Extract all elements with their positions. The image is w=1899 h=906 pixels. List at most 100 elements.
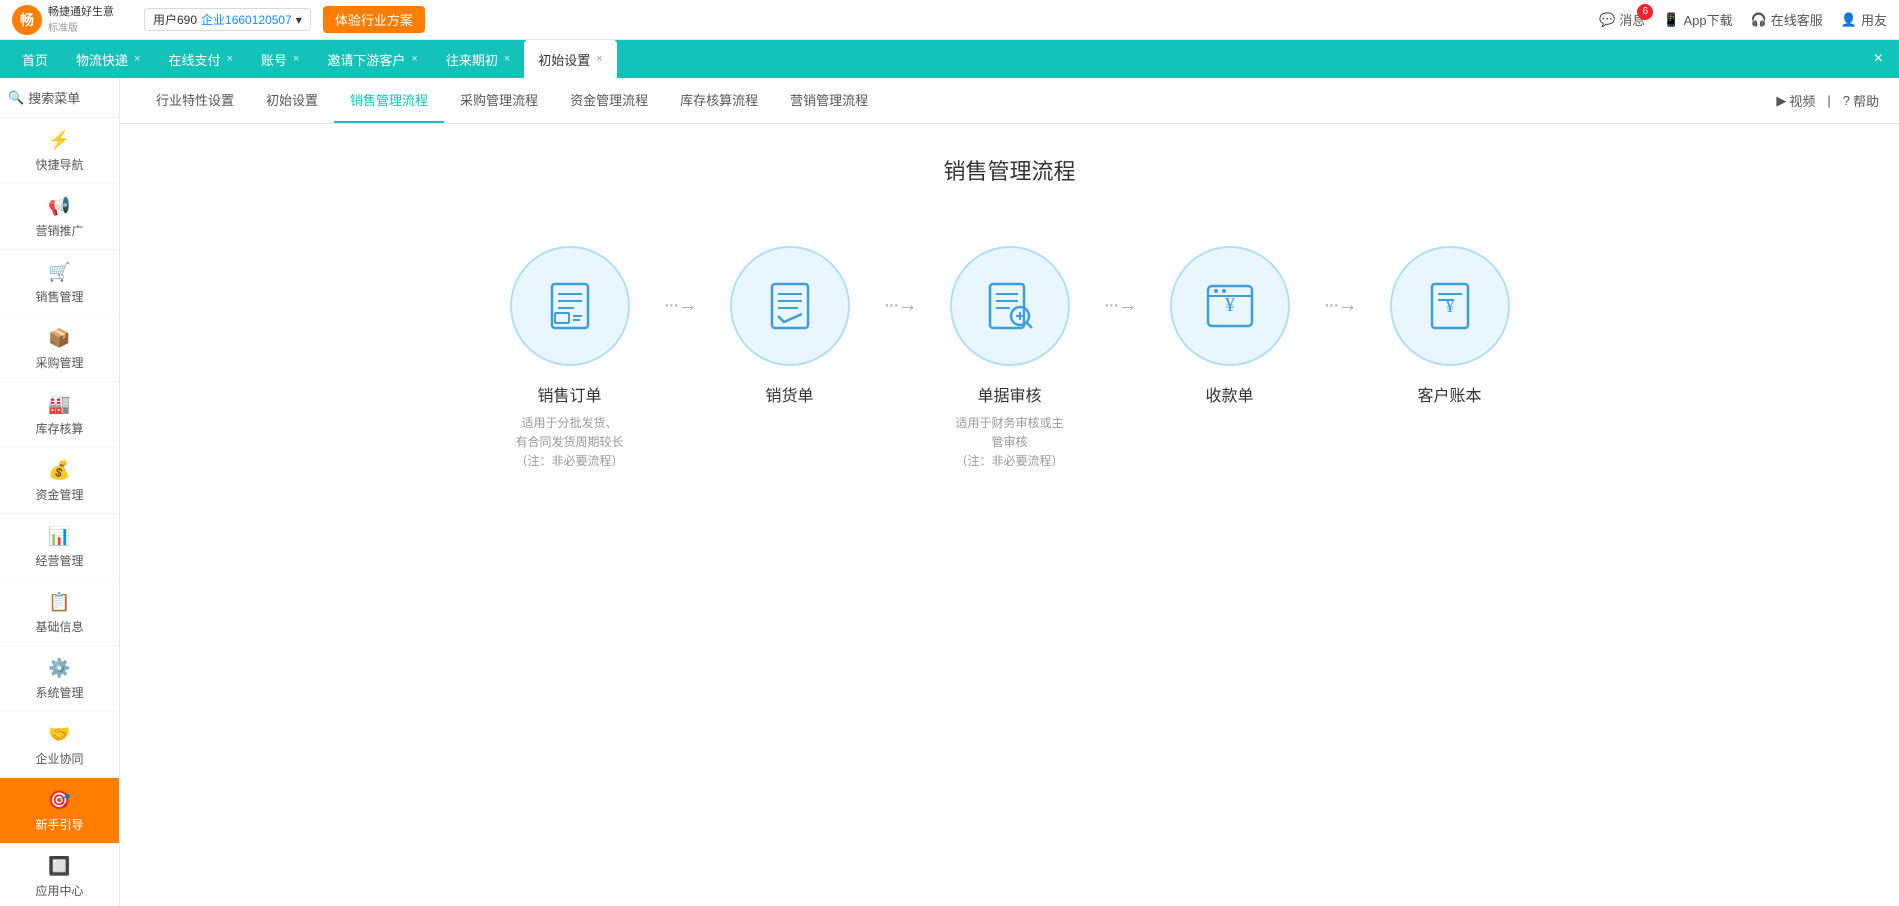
sidebar-label: 采购管理 [35, 354, 83, 371]
headset-icon: 🎧 [1751, 12, 1767, 28]
review-icon [982, 278, 1038, 334]
tab-account[interactable]: 账号 × [247, 40, 313, 78]
sidebar-item-finance[interactable]: 💰 资金管理 [0, 448, 119, 514]
sidebar-item-quick-nav[interactable]: ⚡ 快捷导航 [0, 118, 119, 184]
apps-icon: 🔲 [48, 856, 70, 877]
message-badge: 6 [1637, 4, 1653, 20]
tab-invite[interactable]: 邀请下游客户 × [313, 40, 431, 78]
help-link[interactable]: ? 帮助 [1843, 91, 1879, 110]
message-button[interactable]: 💬 消息 6 [1599, 10, 1645, 29]
user-label-suffix: 企业1660120507 [201, 11, 292, 28]
operation-icon: 📊 [48, 526, 70, 547]
lightning-icon: ⚡ [48, 130, 70, 151]
online-service-button[interactable]: 🎧 在线客服 [1751, 10, 1823, 29]
sidebar-item-guide[interactable]: 🎯 新手引导 [0, 778, 119, 844]
tab-logistics[interactable]: 物流快递 × [62, 40, 154, 78]
sub-tab-marketing-flow[interactable]: 营销管理流程 [774, 78, 884, 123]
finance-icon: 💰 [48, 460, 70, 481]
trial-button[interactable]: 体验行业方案 [323, 6, 425, 33]
arrow-4: ···→ [1310, 246, 1370, 317]
sidebar-label: 库存核算 [35, 420, 83, 437]
sidebar-label: 基础信息 [35, 618, 83, 635]
sub-tab-inventory-flow[interactable]: 库存核算流程 [664, 78, 774, 123]
logo-text: 畅捷通好生意 [48, 5, 114, 19]
user-selector[interactable]: 用户690企业1660120507 ▾ [144, 8, 311, 31]
app-download-icon: 📱 [1663, 12, 1679, 28]
sub-tab-purchase-flow[interactable]: 采购管理流程 [444, 78, 554, 123]
process-flow: 销售订单 适用于分批发货、有合同发货周期较长（注：非必要流程） ···→ [490, 246, 1530, 472]
tab-init-close[interactable]: × [596, 53, 602, 65]
marketing-icon: 📢 [48, 196, 70, 217]
tab-period-close[interactable]: × [504, 53, 510, 65]
content-area: 行业特性设置 初始设置 销售管理流程 采购管理流程 资金管理流程 库存核算流程 … [120, 78, 1899, 906]
sub-tab-sales-flow[interactable]: 销售管理流程 [334, 78, 444, 123]
tab-invite-close[interactable]: × [411, 53, 417, 65]
sub-tab-industry[interactable]: 行业特性设置 [140, 78, 250, 123]
step-desc-sales-order: 适用于分批发货、有合同发货周期较长（注：非必要流程） [515, 414, 623, 472]
sidebar-label: 经营管理 [35, 552, 83, 569]
step-circle-review [950, 246, 1070, 366]
sidebar-item-coop[interactable]: 🤝 企业协同 [0, 712, 119, 778]
sidebar-item-marketing[interactable]: 📢 营销推广 [0, 184, 119, 250]
sidebar-item-purchase[interactable]: 📦 采购管理 [0, 316, 119, 382]
video-icon: ▶ [1776, 93, 1786, 109]
sidebar-item-inventory[interactable]: 🏭 库存核算 [0, 382, 119, 448]
sub-tab-init[interactable]: 初始设置 [250, 78, 334, 123]
system-icon: ⚙️ [48, 658, 70, 679]
inventory-icon: 🏭 [48, 394, 70, 415]
account-icon: ¥ [1422, 278, 1478, 334]
user-menu-button[interactable]: 👤 用友 [1841, 10, 1887, 29]
process-step-delivery[interactable]: 销货单 [710, 246, 870, 414]
sidebar-item-base[interactable]: 📋 基础信息 [0, 580, 119, 646]
app-download-button[interactable]: 📱 App下载 [1663, 10, 1732, 29]
sidebar-search[interactable]: 🔍 搜索菜单 [0, 78, 119, 118]
process-step-review[interactable]: 单据审核 适用于财务审核或主管审核（注：非必要流程） [930, 246, 1090, 472]
tab-account-close[interactable]: × [293, 53, 299, 65]
sidebar-item-sales[interactable]: 🛒 销售管理 [0, 250, 119, 316]
sidebar-label: 销售管理 [35, 288, 83, 305]
purchase-icon: 📦 [48, 328, 70, 349]
top-right-actions: 💬 消息 6 📱 App下载 🎧 在线客服 👤 用友 [1599, 10, 1887, 29]
invoice-icon [762, 278, 818, 334]
sidebar-item-apps[interactable]: 🔲 应用中心 [0, 844, 119, 906]
base-icon: 📋 [48, 592, 70, 613]
step-circle-sales-order [510, 246, 630, 366]
process-step-account[interactable]: ¥ 客户账本 [1370, 246, 1530, 414]
video-link[interactable]: ▶ 视频 [1776, 91, 1815, 110]
tab-logistics-close[interactable]: × [134, 53, 140, 65]
process-step-receipt[interactable]: ¥ 收款单 [1150, 246, 1310, 414]
help-icon: ? [1843, 93, 1850, 108]
sub-tab-finance-flow[interactable]: 资金管理流程 [554, 78, 664, 123]
sidebar-label: 系统管理 [35, 684, 83, 701]
tab-home[interactable]: 首页 [8, 40, 62, 78]
sidebar-item-operation[interactable]: 📊 经营管理 [0, 514, 119, 580]
step-circle-receipt: ¥ [1170, 246, 1290, 366]
arrow-1: ···→ [650, 246, 710, 317]
tab-init[interactable]: 初始设置 × [524, 40, 616, 78]
sidebar-label: 营销推广 [35, 222, 83, 239]
sidebar-label: 资金管理 [35, 486, 83, 503]
sidebar-item-system[interactable]: ⚙️ 系统管理 [0, 646, 119, 712]
tab-payment[interactable]: 在线支付 × [154, 40, 246, 78]
order-icon [542, 278, 598, 334]
step-name-account: 客户账本 [1417, 382, 1481, 406]
sub-tabs: 行业特性设置 初始设置 销售管理流程 采购管理流程 资金管理流程 库存核算流程 … [120, 78, 1899, 124]
sidebar-label: 快捷导航 [35, 156, 83, 173]
step-circle-account: ¥ [1390, 246, 1510, 366]
step-name-delivery: 销货单 [765, 382, 813, 406]
tab-period[interactable]: 往来期初 × [432, 40, 524, 78]
sidebar-label: 应用中心 [35, 882, 83, 899]
process-step-sales-order[interactable]: 销售订单 适用于分批发货、有合同发货周期较长（注：非必要流程） [490, 246, 650, 472]
step-circle-delivery [730, 246, 850, 366]
step-name-receipt: 收款单 [1205, 382, 1253, 406]
step-name-sales-order: 销售订单 [537, 382, 601, 406]
tab-payment-close[interactable]: × [226, 53, 232, 65]
divider: | [1827, 93, 1830, 108]
logo-sub: 标准版 [48, 19, 114, 34]
guide-icon: 🎯 [48, 790, 70, 811]
nav-tabs: 首页 物流快递 × 在线支付 × 账号 × 邀请下游客户 × 往来期初 × 初始… [0, 40, 1899, 78]
dropdown-icon: ▾ [296, 13, 302, 27]
close-all-tabs[interactable]: × [1866, 50, 1891, 68]
user-avatar: 👤 [1841, 12, 1857, 28]
main-layout: 🔍 搜索菜单 ⚡ 快捷导航 📢 营销推广 🛒 销售管理 📦 采购管理 🏭 库存核… [0, 78, 1899, 906]
